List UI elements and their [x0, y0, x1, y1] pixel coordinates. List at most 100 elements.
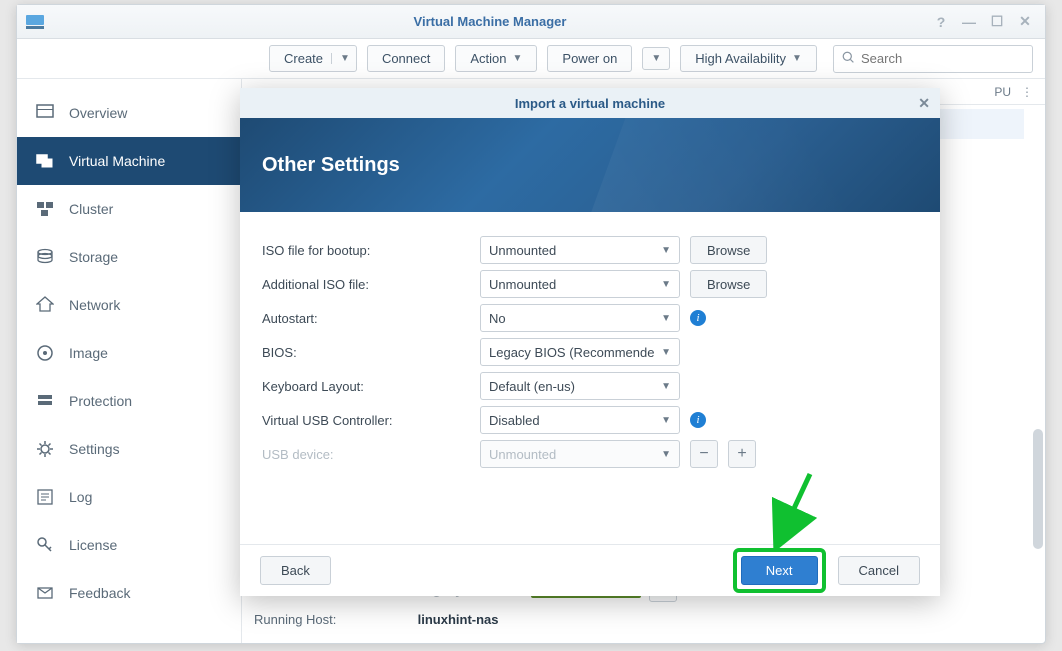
- chevron-down-icon: ▼: [661, 279, 671, 290]
- add-usb-button[interactable]: +: [728, 440, 756, 468]
- sidebar-item-log[interactable]: Log: [17, 473, 241, 521]
- chevron-down-icon[interactable]: ▼: [331, 53, 350, 64]
- close-icon[interactable]: ✕: [918, 95, 930, 112]
- sidebar: Overview Virtual Machine Cluster Storage…: [17, 79, 242, 643]
- power-label: Power on: [562, 51, 617, 66]
- sidebar-label: Overview: [69, 105, 127, 121]
- usbdev-select: Unmounted ▼: [480, 440, 680, 468]
- sidebar-label: Protection: [69, 393, 132, 409]
- iso-add-select[interactable]: Unmounted ▼: [480, 270, 680, 298]
- vm-icon: [35, 151, 55, 171]
- chevron-down-icon: ▼: [661, 415, 671, 426]
- sidebar-item-feedback[interactable]: Feedback: [17, 569, 241, 617]
- toolbar: Create ▼ Connect Action ▼ Power on ▼ Hig…: [17, 39, 1045, 79]
- sidebar-label: Log: [69, 489, 92, 505]
- storage-icon: [35, 247, 55, 267]
- chevron-down-icon: ▼: [661, 381, 671, 392]
- help-icon[interactable]: ?: [929, 13, 953, 31]
- sidebar-label: Virtual Machine: [69, 153, 165, 169]
- chevron-down-icon: ▼: [661, 245, 671, 256]
- bios-value: Legacy BIOS (Recommende: [489, 345, 654, 360]
- browse-button[interactable]: Browse: [690, 236, 767, 264]
- sidebar-label: Settings: [69, 441, 120, 457]
- info-icon[interactable]: i: [690, 310, 706, 326]
- next-button[interactable]: Next: [741, 556, 818, 585]
- image-icon: [35, 343, 55, 363]
- sidebar-item-virtual-machine[interactable]: Virtual Machine: [17, 137, 241, 185]
- usbctrl-label: Virtual USB Controller:: [262, 413, 480, 428]
- sidebar-item-protection[interactable]: Protection: [17, 377, 241, 425]
- power-dropdown[interactable]: ▼: [642, 47, 670, 70]
- maximize-icon[interactable]: ☐: [985, 13, 1009, 31]
- autostart-select[interactable]: No ▼: [480, 304, 680, 332]
- create-button[interactable]: Create ▼: [269, 45, 357, 72]
- modal-footer: Back Next Cancel: [240, 544, 940, 596]
- create-label: Create: [284, 51, 323, 66]
- overview-icon: [35, 103, 55, 123]
- ha-button[interactable]: High Availability ▼: [680, 45, 817, 72]
- remove-usb-button: −: [690, 440, 718, 468]
- chevron-down-icon: ▼: [661, 347, 671, 358]
- gear-icon: [35, 439, 55, 459]
- usbdev-label: USB device:: [262, 447, 480, 462]
- modal-title: Import a virtual machine: [515, 96, 665, 111]
- usbdev-value: Unmounted: [489, 447, 556, 462]
- sidebar-item-license[interactable]: License: [17, 521, 241, 569]
- ha-label: High Availability: [695, 51, 786, 66]
- close-window-icon[interactable]: ✕: [1013, 13, 1037, 31]
- keyboard-label: Keyboard Layout:: [262, 379, 480, 394]
- iso-add-value: Unmounted: [489, 277, 556, 292]
- usbctrl-select[interactable]: Disabled ▼: [480, 406, 680, 434]
- chevron-down-icon: ▼: [651, 53, 661, 64]
- modal-body: ISO file for bootup: Unmounted ▼ Browse …: [240, 212, 940, 544]
- usbctrl-value: Disabled: [489, 413, 540, 428]
- import-vm-modal: Import a virtual machine ✕ Other Setting…: [240, 88, 940, 596]
- shield-icon: [35, 391, 55, 411]
- highlight-annotation: Next: [733, 548, 826, 593]
- iso-boot-select[interactable]: Unmounted ▼: [480, 236, 680, 264]
- sidebar-item-storage[interactable]: Storage: [17, 233, 241, 281]
- bios-select[interactable]: Legacy BIOS (Recommende ▼: [480, 338, 680, 366]
- info-icon[interactable]: i: [690, 412, 706, 428]
- modal-titlebar: Import a virtual machine ✕: [240, 88, 940, 118]
- sidebar-item-network[interactable]: Network: [17, 281, 241, 329]
- sidebar-label: Feedback: [69, 585, 130, 601]
- keyboard-value: Default (en-us): [489, 379, 575, 394]
- iso-boot-label: ISO file for bootup:: [262, 243, 480, 258]
- cancel-button[interactable]: Cancel: [838, 556, 920, 585]
- key-icon: [35, 535, 55, 555]
- search-icon: [842, 51, 855, 67]
- sidebar-label: License: [69, 537, 117, 553]
- sidebar-item-overview[interactable]: Overview: [17, 89, 241, 137]
- sidebar-item-cluster[interactable]: Cluster: [17, 185, 241, 233]
- sidebar-item-settings[interactable]: Settings: [17, 425, 241, 473]
- more-icon[interactable]: ⋮: [1021, 85, 1033, 99]
- iso-add-label: Additional ISO file:: [262, 277, 480, 292]
- banner-title: Other Settings: [262, 154, 400, 177]
- back-button[interactable]: Back: [260, 556, 331, 585]
- modal-banner: Other Settings: [240, 118, 940, 212]
- chevron-down-icon: ▼: [513, 53, 523, 64]
- sidebar-label: Cluster: [69, 201, 113, 217]
- titlebar: Virtual Machine Manager ? — ☐ ✕: [17, 5, 1045, 39]
- scrollbar[interactable]: [1033, 429, 1043, 549]
- sidebar-item-image[interactable]: Image: [17, 329, 241, 377]
- search-input[interactable]: [833, 45, 1033, 73]
- sidebar-label: Image: [69, 345, 108, 361]
- col-pu: PU: [994, 85, 1011, 99]
- power-button[interactable]: Power on: [547, 45, 632, 72]
- app-icon: [25, 13, 45, 31]
- minimize-icon[interactable]: —: [957, 13, 981, 31]
- browse-button[interactable]: Browse: [690, 270, 767, 298]
- detail-host-value: linuxhint-nas: [418, 612, 499, 627]
- keyboard-select[interactable]: Default (en-us) ▼: [480, 372, 680, 400]
- action-label: Action: [470, 51, 506, 66]
- sidebar-label: Network: [69, 297, 120, 313]
- action-button[interactable]: Action ▼: [455, 45, 537, 72]
- search-field[interactable]: [861, 51, 1037, 66]
- chevron-down-icon: ▼: [792, 53, 802, 64]
- connect-button[interactable]: Connect: [367, 45, 445, 72]
- log-icon: [35, 487, 55, 507]
- chevron-down-icon: ▼: [661, 313, 671, 324]
- autostart-label: Autostart:: [262, 311, 480, 326]
